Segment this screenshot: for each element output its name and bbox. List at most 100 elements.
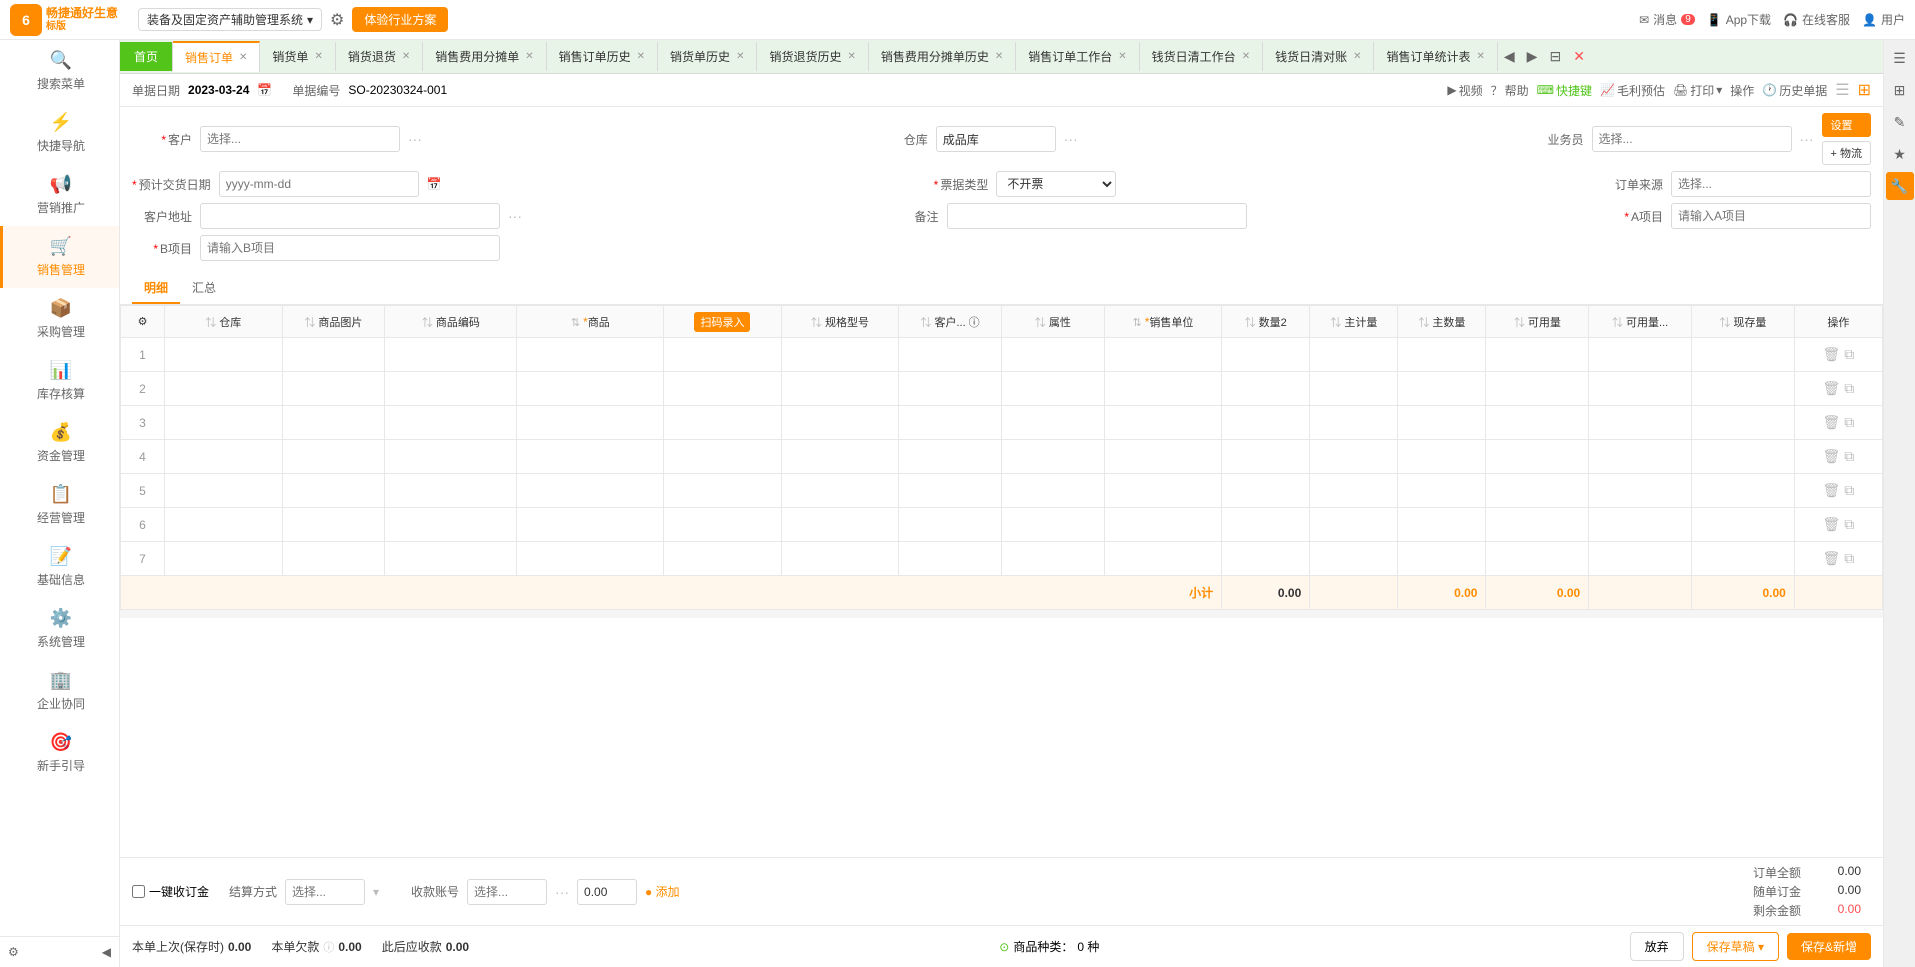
row-2-available2[interactable] [1589,372,1692,406]
row-1-customer-code[interactable] [899,338,1002,372]
sidebar-collapse-icon[interactable]: ◀ [102,945,111,959]
payment-chevron-icon[interactable]: ▾ [373,885,379,899]
row-2-image[interactable] [282,372,385,406]
col-code[interactable]: ⇅ 商品编码 [385,306,517,338]
col-attr[interactable]: ⇅ 属性 [1001,306,1104,338]
copy-row-6-btn[interactable]: ⧉ [1844,516,1854,533]
industry-btn[interactable]: 体验行业方案 [352,7,448,32]
tab-invoice-history[interactable]: 销货单历史 ✕ [658,42,757,71]
right-panel-icon-3[interactable]: ✎ [1886,108,1914,136]
warehouse-dots-btn[interactable]: ··· [1064,131,1078,147]
delete-row-4-btn[interactable]: 🗑 [1823,448,1841,465]
salesperson-input[interactable] [1592,126,1792,152]
tab-daily-workbench[interactable]: 钱货日清工作台 ✕ [1140,42,1263,71]
receipt-account-input[interactable] [467,879,547,905]
remark-input[interactable] [947,203,1247,229]
tab-sales-invoice[interactable]: 销货单 ✕ [260,42,335,71]
tab-close-icon[interactable]: ✕ [847,51,855,62]
row-1-available2[interactable] [1589,338,1692,372]
right-panel-icon-4[interactable]: ★ [1886,140,1914,168]
tab-prev-btn[interactable]: ◀ [1498,48,1521,65]
receipt-amount-input[interactable] [577,879,637,905]
list-view-icon[interactable]: ☰ [1835,80,1849,100]
col-settings[interactable]: ⚙ [121,306,165,338]
tab-close-icon[interactable]: ✕ [239,52,247,63]
col-unit[interactable]: ⇅ *销售单位 [1104,306,1221,338]
col-available[interactable]: ⇅ 可用量 [1486,306,1589,338]
tab-sales-return[interactable]: 销货退货 ✕ [336,42,423,71]
col-main-qty[interactable]: ⇅ 主数量 [1398,306,1486,338]
one-key-checkout-input[interactable] [132,885,145,898]
delete-row-3-btn[interactable]: 🗑 [1823,414,1841,431]
shortcut-link[interactable]: ⌨ 快捷键 [1537,82,1592,99]
col-warehouse[interactable]: ⇅ 仓库 [165,306,282,338]
col-image[interactable]: ⇅ 商品图片 [282,306,385,338]
salesperson-dots-btn[interactable]: ··· [1800,131,1814,147]
tab-summary[interactable]: 汇总 [180,273,228,304]
sidebar-item-guide[interactable]: 🎯 新手引导 [0,722,119,784]
delete-row-7-btn[interactable]: 🗑 [1823,550,1841,567]
right-panel-icon-1[interactable]: ☰ [1886,44,1914,72]
sidebar-item-search[interactable]: 🔍 搜索菜单 [0,40,119,102]
tab-close-icon[interactable]: ✕ [525,51,533,62]
row-2-unit[interactable] [1104,372,1221,406]
tab-menu-btn[interactable]: ⊟ [1543,48,1567,65]
calendar-icon[interactable]: 📅 [257,83,272,97]
tab-next-btn[interactable]: ▶ [1521,48,1544,65]
right-panel-icon-2[interactable]: ⊞ [1886,76,1914,104]
tab-sales-order-history[interactable]: 销售订单历史 ✕ [547,42,658,71]
row-2-main-qty[interactable] [1398,372,1486,406]
help-link[interactable]: ？ 帮助 [1491,82,1529,99]
settings-float-btn[interactable]: 设置 [1822,113,1871,137]
tab-detail[interactable]: 明细 [132,273,180,304]
copy-row-3-btn[interactable]: ⧉ [1844,414,1854,431]
col-available2[interactable]: ⇅ 可用量... [1589,306,1692,338]
profit-link[interactable]: 📈 毛利预估 [1600,82,1665,99]
right-panel-icon-5[interactable]: 🔧 [1886,172,1914,200]
row-2-customer-code[interactable] [899,372,1002,406]
receipt-dots-btn[interactable]: ··· [555,884,569,900]
row-1-warehouse[interactable] [165,338,282,372]
row-1-current[interactable] [1692,338,1795,372]
tab-home[interactable]: 首页 [120,42,173,71]
tab-close-icon[interactable]: ✕ [1118,51,1126,62]
add-receipt-btn[interactable]: ● 添加 [645,883,680,900]
tab-close-icon[interactable]: ✕ [1242,51,1250,62]
sidebar-item-inventory[interactable]: 📊 库存核算 [0,350,119,412]
tab-sales-order[interactable]: 销售订单 ✕ [173,41,260,72]
a-project-input[interactable] [1671,203,1871,229]
delete-row-1-btn[interactable]: 🗑 [1823,346,1841,363]
copy-row-7-btn[interactable]: ⧉ [1844,550,1854,567]
delete-row-5-btn[interactable]: 🗑 [1823,482,1841,499]
copy-row-2-btn[interactable]: ⧉ [1844,380,1854,397]
tab-sales-cost[interactable]: 销售费用分摊单 ✕ [423,42,546,71]
row-1-attr[interactable] [1001,338,1104,372]
user-btn[interactable]: 👤 用户 [1862,11,1905,28]
app-download-btn[interactable]: 📱 App下载 [1707,11,1771,28]
col-scan[interactable]: 扫码录入 [664,306,781,338]
sidebar-item-sales[interactable]: 🛒 销售管理 [0,226,119,288]
row-2-qty2[interactable] [1222,372,1310,406]
row-1-main-qty[interactable] [1398,338,1486,372]
tab-workbench[interactable]: 销售订单工作台 ✕ [1016,42,1139,71]
history-link[interactable]: 🕐 历史单据 [1762,82,1827,99]
discard-btn[interactable]: 放弃 [1630,932,1684,961]
row-1-product[interactable] [517,338,664,372]
sidebar-item-purchase[interactable]: 📦 采购管理 [0,288,119,350]
tab-close-icon[interactable]: ✕ [637,51,645,62]
view-link[interactable]: ▶ 视频 [1447,82,1482,99]
settings-icon[interactable]: ⚙ [330,10,344,30]
payment-method-input[interactable] [285,879,365,905]
row-1-unit[interactable] [1104,338,1221,372]
row-2-attr[interactable] [1001,372,1104,406]
tab-sales-stats[interactable]: 销售订单统计表 ✕ [1374,42,1497,71]
tab-close-all-btn[interactable]: ✕ [1567,48,1591,65]
sidebar-item-system[interactable]: ⚙️ 系统管理 [0,598,119,660]
row-1-qty2[interactable] [1222,338,1310,372]
sidebar-item-operation[interactable]: 📋 经营管理 [0,474,119,536]
online-service-btn[interactable]: 🎧 在线客服 [1783,11,1850,28]
col-qty2[interactable]: ⇅ 数量2 [1222,306,1310,338]
delivery-date-input[interactable] [219,171,419,197]
col-current[interactable]: ⇅ 现存量 [1692,306,1795,338]
logistics-float-btn[interactable]: + 物流 [1822,141,1871,165]
